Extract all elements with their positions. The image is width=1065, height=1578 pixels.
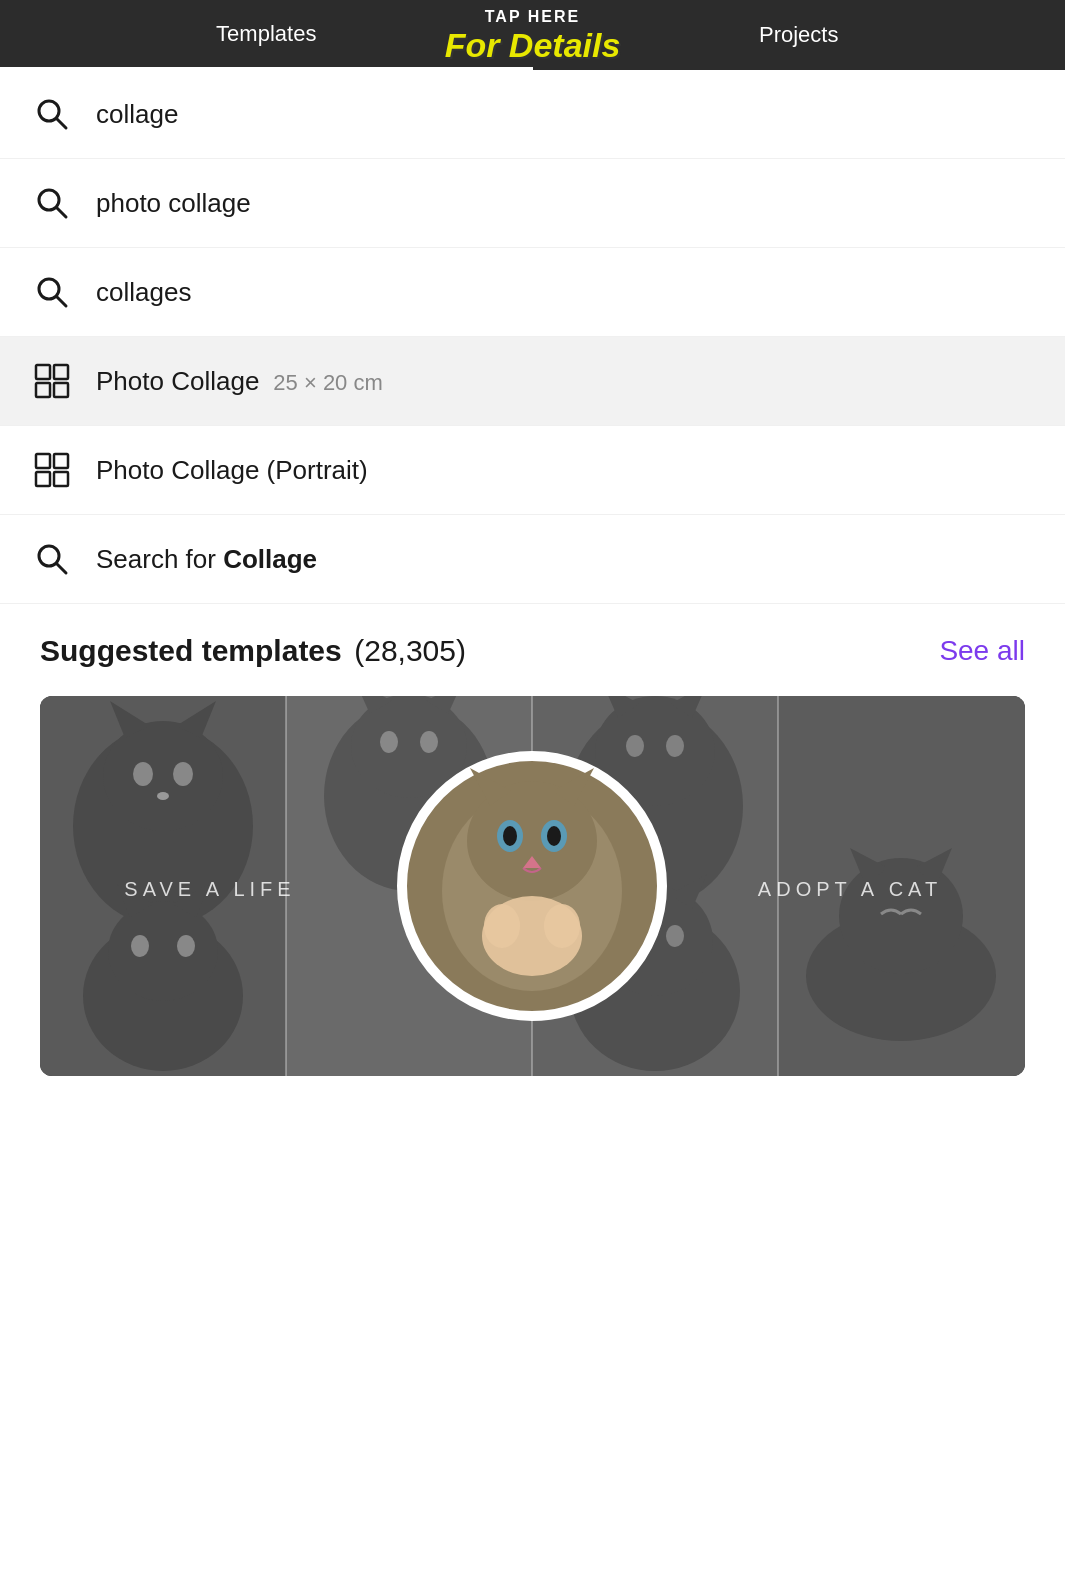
svg-point-49	[666, 925, 684, 947]
top-navigation: Templates Projects TAP HERE For Details	[0, 0, 1065, 70]
search-icon-search-for	[30, 537, 74, 581]
svg-point-65	[503, 826, 517, 846]
template-image-area: SAVE A LIFE ADOPT A CAT	[40, 696, 1025, 1076]
svg-rect-8	[36, 383, 50, 397]
svg-point-29	[177, 935, 195, 957]
svg-point-23	[157, 792, 169, 800]
svg-point-18	[103, 721, 223, 831]
svg-point-70	[544, 904, 580, 948]
cat-collage-svg: SAVE A LIFE ADOPT A CAT	[40, 696, 1025, 1076]
suggestion-collage[interactable]: collage	[0, 70, 1065, 159]
svg-line-15	[57, 564, 67, 574]
templates-title-group: Suggested templates (28,305)	[40, 634, 466, 668]
svg-point-28	[131, 935, 149, 957]
suggestion-photo-collage-template-text: Photo Collage25 × 20 cm	[96, 366, 383, 397]
svg-rect-10	[36, 454, 50, 468]
svg-point-21	[133, 762, 153, 786]
svg-line-5	[57, 297, 67, 307]
svg-rect-11	[54, 454, 68, 468]
suggestion-size: 25 × 20 cm	[273, 370, 382, 395]
templates-count: (28,305)	[354, 634, 466, 667]
template-card-cat[interactable]: SAVE A LIFE ADOPT A CAT	[40, 696, 1025, 1076]
suggestion-photo-collage-template[interactable]: Photo Collage25 × 20 cm	[0, 337, 1065, 426]
svg-point-35	[380, 731, 398, 753]
suggestion-search-for-text: Search for Collage	[96, 544, 317, 575]
suggestion-collages-text: collages	[96, 277, 191, 308]
svg-point-42	[626, 735, 644, 757]
search-icon-collages	[30, 270, 74, 314]
search-icon-collage	[30, 92, 74, 136]
svg-rect-13	[54, 472, 68, 486]
svg-point-52	[839, 858, 963, 974]
svg-rect-12	[36, 472, 50, 486]
suggestion-photo-collage[interactable]: photo collage	[0, 159, 1065, 248]
see-all-link[interactable]: See all	[939, 635, 1025, 667]
svg-point-22	[173, 762, 193, 786]
svg-line-1	[57, 119, 67, 129]
suggestion-search-for-collage[interactable]: Search for Collage	[0, 515, 1065, 604]
svg-text:SAVE A LIFE: SAVE A LIFE	[124, 878, 295, 900]
tab-templates[interactable]: Templates	[0, 0, 533, 70]
svg-point-25	[108, 901, 218, 1001]
grid-icon-portrait	[30, 448, 74, 492]
templates-section: Suggested templates (28,305) See all	[0, 604, 1065, 1096]
svg-point-36	[420, 731, 438, 753]
templates-title: Suggested templates	[40, 634, 342, 667]
svg-point-66	[547, 826, 561, 846]
suggestion-photo-collage-portrait[interactable]: Photo Collage (Portrait)	[0, 426, 1065, 515]
grid-icon-photo-collage	[30, 359, 74, 403]
svg-rect-7	[54, 365, 68, 379]
svg-line-3	[57, 208, 67, 218]
svg-rect-6	[36, 365, 50, 379]
suggestion-collages[interactable]: collages	[0, 248, 1065, 337]
suggestion-portrait-text: Photo Collage (Portrait)	[96, 455, 368, 486]
svg-point-43	[666, 735, 684, 757]
tab-projects[interactable]: Projects	[533, 0, 1066, 70]
search-icon-photo-collage	[30, 181, 74, 225]
suggestions-list: collage photo collage collages	[0, 70, 1065, 604]
suggestion-photo-collage-text: photo collage	[96, 188, 251, 219]
svg-text:ADOPT A CAT: ADOPT A CAT	[758, 878, 942, 900]
suggestion-collage-text: collage	[96, 99, 178, 130]
svg-point-69	[484, 904, 520, 948]
templates-header: Suggested templates (28,305) See all	[40, 634, 1025, 668]
svg-rect-9	[54, 383, 68, 397]
